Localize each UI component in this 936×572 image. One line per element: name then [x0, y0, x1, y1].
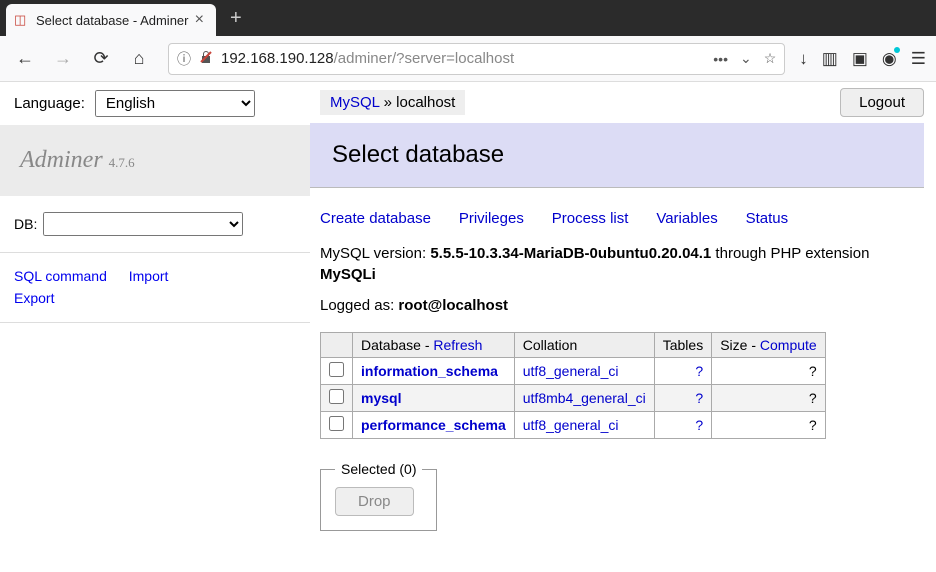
compute-link[interactable]: Compute [760, 337, 817, 353]
row-checkbox[interactable] [329, 362, 344, 377]
login-info: Logged as: root@localhost [310, 293, 924, 324]
browser-tab[interactable]: ◫ Select database - Adminer × [6, 4, 216, 36]
refresh-link[interactable]: Refresh [433, 337, 482, 353]
breadcrumb-driver[interactable]: MySQL [330, 94, 379, 111]
collation-link[interactable]: utf8_general_ci [523, 363, 619, 379]
forward-icon: → [48, 44, 78, 74]
status-link[interactable]: Status [746, 210, 789, 227]
new-tab-icon[interactable]: + [216, 7, 256, 30]
more-icon[interactable]: ••• [713, 51, 728, 67]
version-info: MySQL version: 5.5.5-10.3.34-MariaDB-0ub… [310, 241, 924, 293]
row-checkbox[interactable] [329, 416, 344, 431]
sidebar-icon[interactable]: ▣ [852, 49, 868, 69]
brand: Adminer 4.7.6 [0, 125, 310, 196]
close-tab-icon[interactable]: × [191, 11, 208, 29]
tables-link[interactable]: ? [695, 417, 703, 433]
col-tables: Tables [654, 333, 711, 358]
breadcrumb: MySQL » localhost [320, 90, 465, 115]
size-cell: ? [712, 385, 826, 412]
database-table: Database - Refresh Collation Tables Size… [320, 332, 826, 439]
language-select[interactable]: English [95, 90, 255, 117]
library-icon[interactable]: ▥ [822, 49, 838, 69]
table-row: performance_schema utf8_general_ci?? [321, 412, 826, 439]
action-links: Create database Privileges Process list … [310, 204, 924, 241]
bookmark-icon[interactable]: ☆ [764, 50, 777, 67]
drop-button[interactable]: Drop [335, 487, 414, 516]
favicon-icon: ◫ [14, 12, 30, 28]
insecure-icon[interactable] [199, 50, 213, 67]
home-icon[interactable]: ⌂ [124, 44, 154, 74]
variables-link[interactable]: Variables [656, 210, 717, 227]
col-check [321, 333, 353, 358]
tables-link[interactable]: ? [695, 390, 703, 406]
downloads-icon[interactable]: ↓ [799, 49, 808, 69]
export-link[interactable]: Export [14, 290, 54, 306]
size-cell: ? [712, 358, 826, 385]
reload-icon[interactable]: ⟳ [86, 44, 116, 74]
table-row: information_schema utf8_general_ci?? [321, 358, 826, 385]
pocket-icon[interactable]: ⌄ [740, 50, 752, 67]
browser-toolbar: ← → ⟳ ⌂ ⓘ 192.168.190.128/adminer/?serve… [0, 36, 936, 82]
tab-title: Select database - Adminer [36, 13, 191, 28]
privileges-link[interactable]: Privileges [459, 210, 524, 227]
sql-command-link[interactable]: SQL command [14, 268, 107, 284]
language-label: Language: [14, 95, 85, 112]
database-link[interactable]: performance_schema [361, 417, 506, 433]
size-cell: ? [712, 412, 826, 439]
logout-button[interactable]: Logout [840, 88, 924, 117]
process-list-link[interactable]: Process list [552, 210, 629, 227]
menu-icon[interactable]: ☰ [911, 49, 926, 69]
db-label: DB: [14, 216, 37, 232]
database-link[interactable]: information_schema [361, 363, 498, 379]
selected-legend: Selected (0) [335, 461, 422, 477]
selected-fieldset: Selected (0) Drop [320, 461, 437, 531]
col-collation: Collation [514, 333, 654, 358]
sidebar: Language: English Adminer 4.7.6 DB: SQL … [0, 82, 310, 572]
tables-link[interactable]: ? [695, 363, 703, 379]
collation-link[interactable]: utf8mb4_general_ci [523, 390, 646, 406]
url-bar[interactable]: ⓘ 192.168.190.128/adminer/?server=localh… [168, 43, 785, 75]
create-database-link[interactable]: Create database [320, 210, 431, 227]
page-title: Select database [310, 123, 924, 188]
col-size: Size - Compute [712, 333, 826, 358]
main: MySQL » localhost Logout Select database… [310, 82, 936, 572]
table-row: mysql utf8mb4_general_ci?? [321, 385, 826, 412]
back-icon[interactable]: ← [10, 44, 40, 74]
account-icon[interactable]: ◉ [882, 49, 897, 69]
database-link[interactable]: mysql [361, 390, 401, 406]
info-icon[interactable]: ⓘ [177, 49, 191, 69]
import-link[interactable]: Import [129, 268, 169, 284]
col-database: Database - Refresh [353, 333, 515, 358]
row-checkbox[interactable] [329, 389, 344, 404]
db-select[interactable] [43, 212, 243, 236]
browser-tab-strip: ◫ Select database - Adminer × + [0, 0, 936, 36]
collation-link[interactable]: utf8_general_ci [523, 417, 619, 433]
url-text: 192.168.190.128/adminer/?server=localhos… [221, 50, 705, 67]
